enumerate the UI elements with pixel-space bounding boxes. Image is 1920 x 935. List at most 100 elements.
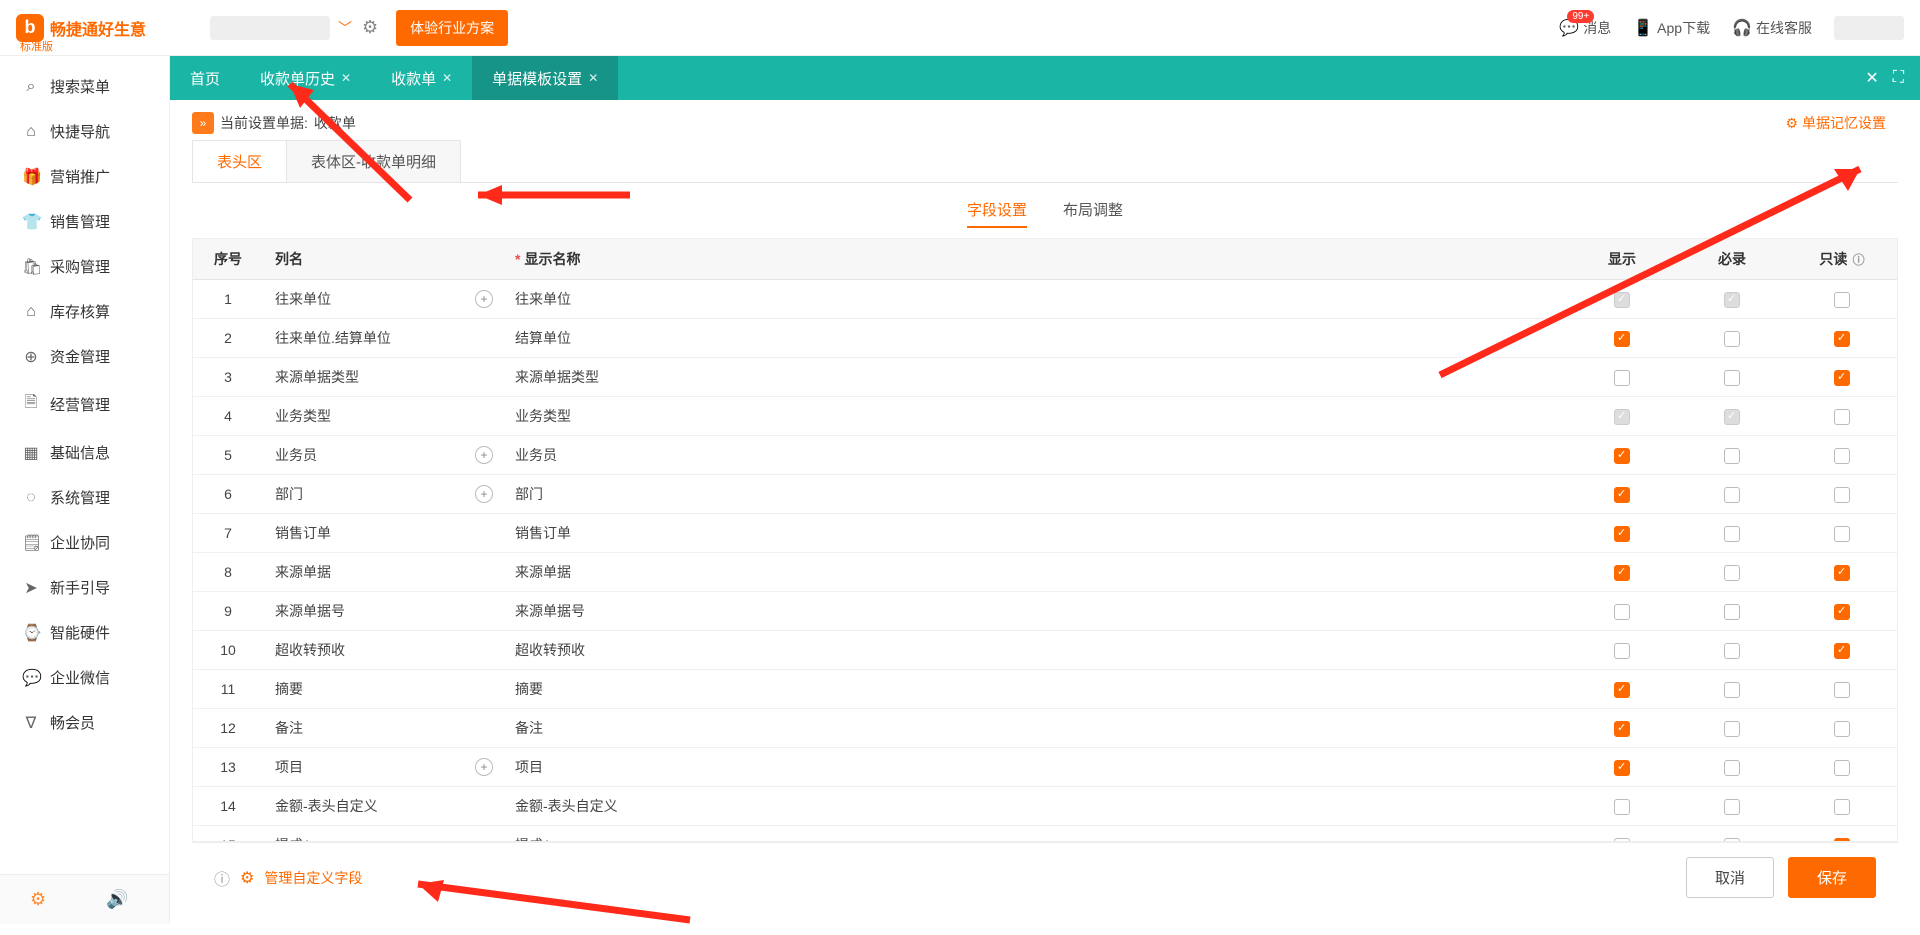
checkbox[interactable]	[1724, 565, 1740, 581]
checkbox[interactable]	[1614, 760, 1630, 776]
checkbox[interactable]	[1834, 370, 1850, 386]
cell-display[interactable]: 业务员	[503, 436, 1567, 475]
checkbox[interactable]	[1724, 370, 1740, 386]
checkbox[interactable]	[1834, 604, 1850, 620]
save-button[interactable]: 保存	[1788, 857, 1876, 898]
sidebar-item[interactable]: ⊕资金管理	[0, 334, 169, 379]
checkbox[interactable]	[1834, 682, 1850, 698]
checkbox[interactable]	[1724, 643, 1740, 659]
checkbox[interactable]	[1724, 331, 1740, 347]
cell-display[interactable]: 往来单位	[503, 280, 1567, 319]
checkbox[interactable]	[1614, 526, 1630, 542]
sidebar-item[interactable]: ⌂库存核算	[0, 289, 169, 334]
close-icon[interactable]: ✕	[442, 71, 452, 85]
add-icon[interactable]: +	[475, 446, 493, 464]
fullscreen-icon[interactable]: ⛶	[1893, 69, 1904, 87]
checkbox[interactable]	[1834, 331, 1850, 347]
cta-button[interactable]: 体验行业方案	[396, 10, 508, 46]
sidebar-item[interactable]: ⌕搜索菜单	[0, 64, 169, 109]
checkbox[interactable]	[1724, 526, 1740, 542]
checkbox[interactable]	[1614, 565, 1630, 581]
section-tab-header[interactable]: 表头区	[192, 140, 287, 182]
close-icon[interactable]: ✕	[588, 71, 598, 85]
sidebar-item[interactable]: ⌂快捷导航	[0, 109, 169, 154]
checkbox[interactable]	[1614, 487, 1630, 503]
close-icon[interactable]: ✕	[341, 71, 351, 85]
cell-display[interactable]: 业务类型	[503, 397, 1567, 436]
cell-display[interactable]: 销售订单	[503, 514, 1567, 553]
settings-icon[interactable]: ⚙	[362, 17, 378, 38]
checkbox[interactable]	[1834, 721, 1850, 737]
cell-display[interactable]: 项目	[503, 748, 1567, 787]
customer-service-link[interactable]: 🎧 在线客服	[1732, 18, 1812, 38]
checkbox[interactable]	[1834, 409, 1850, 425]
sidebar-item[interactable]: 👕销售管理	[0, 199, 169, 244]
footer-gear-icon[interactable]: ⚙	[30, 889, 46, 910]
sidebar-item[interactable]: 💬企业微信	[0, 655, 169, 700]
checkbox[interactable]	[1724, 448, 1740, 464]
tab[interactable]: 收款单历史✕	[240, 56, 371, 100]
checkbox[interactable]	[1614, 643, 1630, 659]
cell-display[interactable]: 超收转预收	[503, 631, 1567, 670]
cell-display[interactable]: 摘要	[503, 670, 1567, 709]
add-icon[interactable]: +	[475, 485, 493, 503]
checkbox[interactable]	[1724, 760, 1740, 776]
checkbox[interactable]	[1614, 682, 1630, 698]
help-icon[interactable]: ⓘ	[214, 866, 230, 890]
checkbox[interactable]	[1834, 526, 1850, 542]
org-selector[interactable]: ﹀	[210, 16, 352, 40]
checkbox[interactable]	[1724, 682, 1740, 698]
checkbox[interactable]	[1614, 331, 1630, 347]
footer-speaker-icon[interactable]: 🔊	[106, 889, 128, 910]
cell-display[interactable]: 备注	[503, 709, 1567, 748]
checkbox[interactable]	[1834, 292, 1850, 308]
app-download-link[interactable]: 📱 App下载	[1633, 18, 1710, 38]
subtab-fields[interactable]: 字段设置	[967, 199, 1027, 228]
cell-display[interactable]: 来源单据类型	[503, 358, 1567, 397]
cell-display[interactable]: 金额-表头自定义	[503, 787, 1567, 826]
user-avatar[interactable]	[1834, 16, 1904, 40]
checkbox[interactable]	[1724, 721, 1740, 737]
checkbox[interactable]	[1834, 565, 1850, 581]
tab-close-all-icon[interactable]: ✕	[1865, 68, 1878, 88]
sidebar-item[interactable]: ▦基础信息	[0, 430, 169, 475]
checkbox[interactable]	[1834, 643, 1850, 659]
custom-fields-link[interactable]: 管理自定义字段	[264, 868, 362, 888]
checkbox[interactable]	[1614, 799, 1630, 815]
checkbox[interactable]	[1724, 799, 1740, 815]
section-tab-body[interactable]: 表体区-收款单明细	[286, 140, 461, 182]
help-icon[interactable]: ⓘ	[1849, 253, 1864, 267]
subtab-layout[interactable]: 布局调整	[1063, 199, 1123, 228]
checkbox[interactable]	[1614, 604, 1630, 620]
tab[interactable]: 收款单✕	[371, 56, 472, 100]
sidebar-item[interactable]: 🗒企业协同	[0, 520, 169, 565]
checkbox[interactable]	[1834, 799, 1850, 815]
cell-display[interactable]: 来源单据	[503, 553, 1567, 592]
tab[interactable]: 首页	[170, 56, 240, 100]
checkbox[interactable]	[1834, 760, 1850, 776]
checkbox[interactable]	[1614, 448, 1630, 464]
cell-display[interactable]: 来源单据号	[503, 592, 1567, 631]
memory-settings-link[interactable]: ⚙ 单据记忆设置	[1785, 113, 1898, 133]
checkbox[interactable]	[1834, 448, 1850, 464]
checkbox[interactable]	[1614, 721, 1630, 737]
sidebar-item[interactable]: ◌系统管理	[0, 475, 169, 520]
sidebar-item[interactable]: 🗎经营管理	[0, 379, 169, 430]
cancel-button[interactable]: 取消	[1686, 857, 1774, 898]
cell-display[interactable]: 结算单位	[503, 319, 1567, 358]
checkbox[interactable]	[1724, 487, 1740, 503]
sidebar-item[interactable]: 🛍采购管理	[0, 244, 169, 289]
checkbox[interactable]	[1614, 370, 1630, 386]
sidebar-item[interactable]: ∇畅会员	[0, 700, 169, 745]
sidebar-item[interactable]: ⌚智能硬件	[0, 610, 169, 655]
checkbox[interactable]	[1724, 604, 1740, 620]
checkbox[interactable]	[1834, 487, 1850, 503]
cell-display[interactable]: 提成1	[503, 826, 1567, 843]
messages-link[interactable]: 💬 99+ 消息	[1559, 18, 1611, 38]
add-icon[interactable]: +	[475, 758, 493, 776]
add-icon[interactable]: +	[475, 290, 493, 308]
context-expand-icon[interactable]: »	[192, 112, 214, 134]
tab[interactable]: 单据模板设置✕	[472, 56, 618, 100]
sidebar-item[interactable]: 🎁营销推广	[0, 154, 169, 199]
cell-display[interactable]: 部门	[503, 475, 1567, 514]
